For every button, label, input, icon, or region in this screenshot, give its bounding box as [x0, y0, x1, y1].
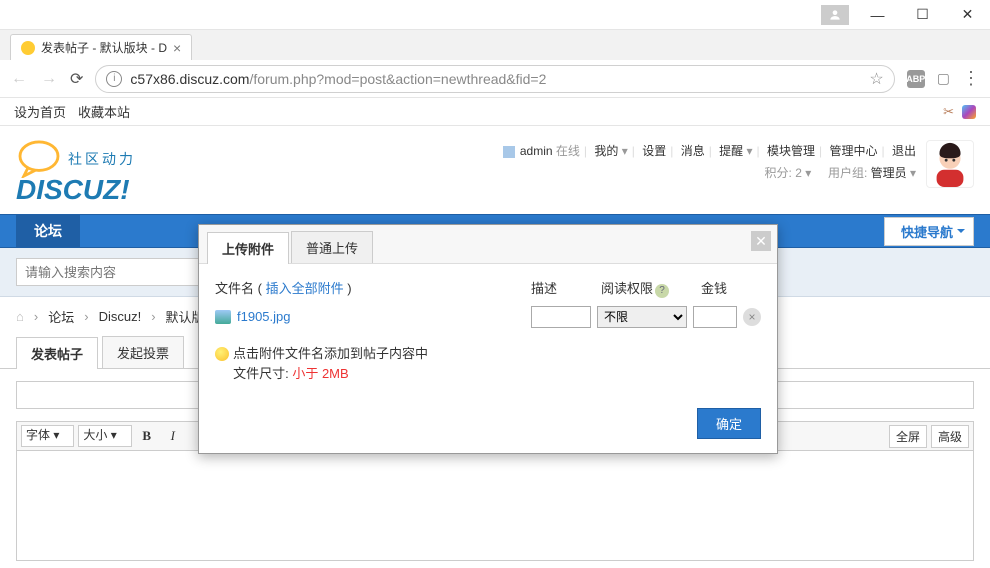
abp-extension-icon[interactable]: ABP [907, 70, 925, 88]
nav-forum[interactable]: 论坛 [16, 214, 80, 248]
upload-dialog: 上传附件 普通上传 ✕ 文件名 ( 插入全部附件 ) 描述 阅读权限? 金钱 f… [198, 224, 778, 454]
user-links: admin 在线| 我的 ▾| 设置| 消息| 提醒 ▾| 模块管理| 管理中心… [503, 140, 917, 184]
crumb-discuz[interactable]: Discuz! [99, 309, 142, 324]
set-home-link[interactable]: 设为首页 [14, 102, 66, 121]
admin-center-link[interactable]: 管理中心 [830, 144, 878, 158]
bookmark-star-icon[interactable]: ☆ [869, 69, 883, 89]
permission-select[interactable]: 不限 [597, 306, 687, 328]
size-select[interactable]: 大小 ▾ [78, 425, 131, 447]
user-status-icon [503, 146, 515, 158]
toolbar-icon-2[interactable] [962, 105, 976, 119]
logo-tagline: 社区动力 [68, 149, 136, 169]
logo-brand: DISCUZ! [16, 174, 136, 206]
browser-tab[interactable]: 发表帖子 - 默认版块 - D × [10, 34, 192, 60]
site-header: 社区动力 DISCUZ! admin 在线| 我的 ▾| 设置| 消息| 提醒 … [0, 126, 990, 214]
ok-button[interactable]: 确定 [697, 408, 761, 439]
url-text: c57x86.discuz.com/forum.php?mod=post&act… [130, 71, 861, 87]
tab-new-post[interactable]: 发表帖子 [16, 337, 98, 369]
insert-all-link[interactable]: 插入全部附件 [266, 281, 344, 296]
tab-new-vote[interactable]: 发起投票 [102, 336, 184, 368]
forward-button[interactable]: → [40, 70, 58, 88]
dialog-column-headers: 文件名 ( 插入全部附件 ) 描述 阅读权限? 金钱 [215, 278, 761, 298]
money-input[interactable] [693, 306, 737, 328]
messages-link[interactable]: 消息 [681, 144, 705, 158]
dialog-tab-normal[interactable]: 普通上传 [291, 231, 373, 263]
reminders-link[interactable]: 提醒 [719, 144, 743, 158]
hint-text: 点击附件文件名添加到帖子内容中 文件尺寸: 小于 2MB [215, 344, 761, 384]
reload-button[interactable]: ⟳ [70, 69, 83, 89]
font-select[interactable]: 字体 ▾ [21, 425, 74, 447]
browser-menu-icon[interactable]: ⋮ [962, 68, 980, 89]
italic-button[interactable]: I [162, 425, 184, 447]
attachment-name-link[interactable]: f1905.jpg [237, 309, 525, 324]
logo-bubble-icon [16, 140, 62, 178]
os-user-icon[interactable] [821, 5, 849, 25]
favorite-link[interactable]: 收藏本站 [78, 102, 130, 121]
address-bar: ← → ⟳ i c57x86.discuz.com/forum.php?mod=… [0, 60, 990, 98]
fullscreen-button[interactable]: 全屏 [889, 425, 927, 448]
home-icon[interactable]: ⌂ [16, 309, 24, 324]
settings-link[interactable]: 设置 [642, 144, 666, 158]
bookmark-bar: 设为首页 收藏本站 ✂ [0, 98, 990, 126]
image-file-icon [215, 310, 231, 324]
url-input[interactable]: i c57x86.discuz.com/forum.php?mod=post&a… [95, 65, 894, 93]
tab-close-icon[interactable]: × [173, 40, 181, 56]
back-button[interactable]: ← [10, 70, 28, 88]
toolbar-icon-1[interactable]: ✂ [943, 104, 954, 120]
attachment-row: f1905.jpg 不限 × [215, 306, 761, 328]
dialog-close-button[interactable]: ✕ [751, 231, 771, 251]
bulb-icon [215, 347, 229, 361]
bold-button[interactable]: B [136, 425, 158, 447]
help-icon[interactable]: ? [655, 284, 669, 298]
minimize-button[interactable]: — [855, 0, 900, 30]
delete-attachment-icon[interactable]: × [743, 308, 761, 326]
site-info-icon[interactable]: i [106, 71, 122, 87]
browser-tabstrip: 发表帖子 - 默认版块 - D × [0, 30, 990, 60]
tab-title: 发表帖子 - 默认版块 - D [41, 39, 167, 56]
maximize-button[interactable]: ☐ [900, 0, 945, 30]
usergroup-link[interactable]: 管理员 [871, 166, 907, 180]
advanced-button[interactable]: 高级 [931, 425, 969, 448]
desc-input[interactable] [531, 306, 591, 328]
quick-nav-button[interactable]: 快捷导航 [884, 217, 974, 246]
crumb-forum[interactable]: 论坛 [48, 307, 74, 326]
avatar[interactable] [926, 140, 974, 188]
module-manage-link[interactable]: 模块管理 [767, 144, 815, 158]
username-link[interactable]: admin [520, 144, 553, 158]
favicon-icon [21, 41, 35, 55]
extension-icon[interactable]: ▢ [937, 70, 950, 87]
site-logo[interactable]: 社区动力 DISCUZ! [16, 140, 136, 206]
dialog-tab-upload[interactable]: 上传附件 [207, 232, 289, 264]
window-titlebar: — ☐ ✕ [0, 0, 990, 30]
close-window-button[interactable]: ✕ [945, 0, 990, 30]
logout-link[interactable]: 退出 [892, 144, 916, 158]
editor-textarea[interactable] [16, 451, 974, 561]
my-link[interactable]: 我的 [594, 144, 618, 158]
